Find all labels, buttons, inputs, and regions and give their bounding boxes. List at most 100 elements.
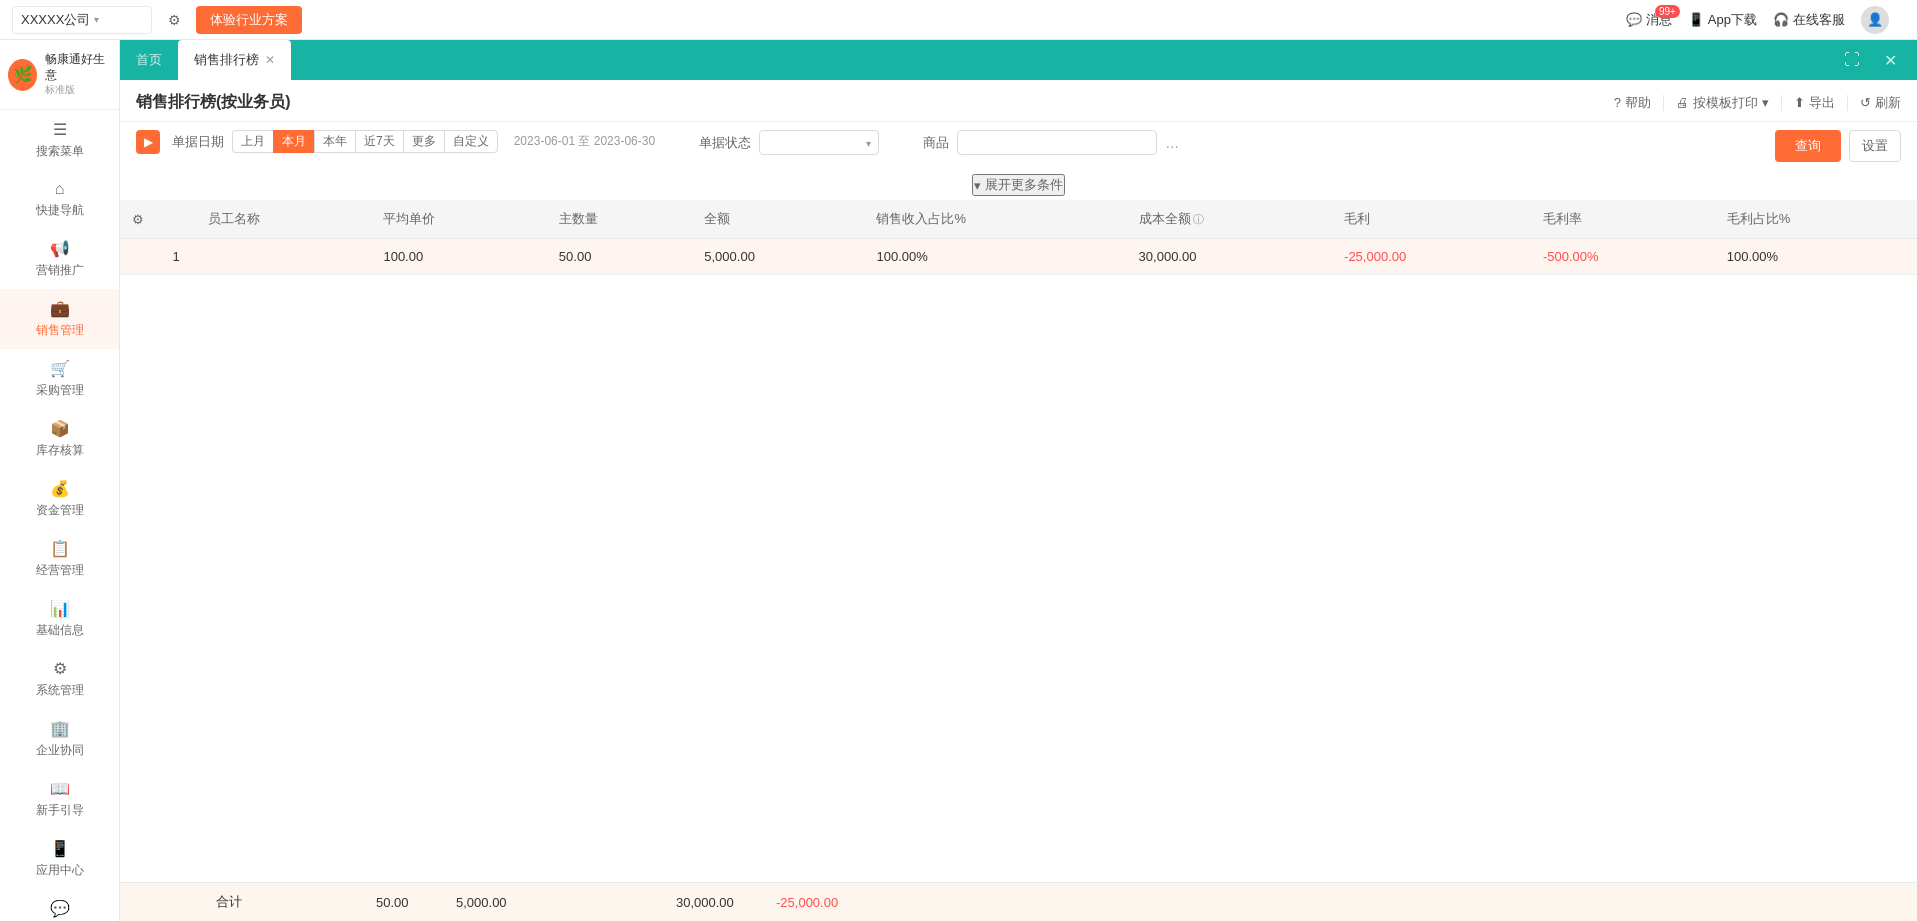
- cell-amount: 5,000.00: [692, 239, 864, 275]
- refresh-button[interactable]: ↺ 刷新: [1860, 94, 1901, 112]
- expand-more-label: 展开更多条件: [985, 176, 1063, 194]
- maximize-icon[interactable]: ⛶: [1836, 51, 1868, 69]
- column-gross-pct: 毛利占比%: [1715, 200, 1917, 239]
- status-label: 单据状态: [699, 134, 751, 152]
- cell-rank: 1: [156, 239, 196, 275]
- date-tab-this-year[interactable]: 本年: [314, 130, 355, 153]
- date-tab-this-month[interactable]: 本月: [273, 130, 314, 153]
- filter-right: 查询 设置: [1775, 130, 1901, 162]
- column-amount: 全额: [692, 200, 864, 239]
- more-options-icon[interactable]: …: [1165, 135, 1179, 151]
- mobile-icon: 📱: [1688, 12, 1704, 27]
- app-download-button[interactable]: 📱 App下载: [1688, 11, 1757, 29]
- date-tab-7days[interactable]: 近7天: [355, 130, 403, 153]
- logo-area: 🌿 畅康通好生意 标准版: [0, 40, 119, 110]
- user-icon: 👤: [1867, 12, 1883, 27]
- status-filter: 单据状态: [699, 130, 879, 155]
- sidebar-item-sales[interactable]: 💼 销售管理: [0, 289, 119, 349]
- sidebar-item-operation[interactable]: 📋 经营管理: [0, 529, 119, 589]
- basic-info-icon: 📊: [50, 599, 70, 618]
- sidebar: 🌿 畅康通好生意 标准版 ☰ 搜索菜单 ⌂ 快捷导航 📢 营销推广 💼 销售管理…: [0, 40, 120, 921]
- footer-row: 合计 50.00 5,000.00 30,000.00 -25,000.00: [132, 893, 1905, 911]
- close-icon[interactable]: ✕: [265, 53, 275, 67]
- date-tab-last-month[interactable]: 上月: [232, 130, 273, 153]
- export-button[interactable]: ⬆ 导出: [1794, 94, 1835, 112]
- cost-info-icon[interactable]: ⓘ: [1193, 213, 1204, 225]
- tab-home-label: 首页: [136, 51, 162, 69]
- top-right: 💬 消息 99+ 📱 App下载 🎧 在线客服 👤: [1626, 6, 1905, 34]
- tab-home[interactable]: 首页: [120, 40, 178, 80]
- sidebar-item-quick-nav[interactable]: ⌂ 快捷导航: [0, 170, 119, 229]
- tab-close-all: ⛶ ✕: [1824, 51, 1917, 70]
- app-download-label: App下载: [1708, 11, 1757, 29]
- logo-sub: 标准版: [45, 83, 111, 97]
- footer-cost: 30,000.00: [664, 895, 764, 910]
- table-container: ⚙ 员工名称 平均单价 主数量 全额 销售收入占比% 成本全额ⓘ 毛利 毛利率: [120, 200, 1917, 882]
- template-print-button[interactable]: 🖨 按模板打印 ▾: [1676, 94, 1769, 112]
- expand-more-button[interactable]: ▾ 展开更多条件: [972, 174, 1065, 196]
- chevron-down-icon: ▾: [1762, 95, 1769, 110]
- avatar[interactable]: 👤: [1861, 6, 1889, 34]
- column-employee: 员工名称: [196, 200, 371, 239]
- date-tab-custom[interactable]: 自定义: [444, 130, 498, 153]
- footer-amount: 5,000.00: [444, 895, 544, 910]
- cell-cost: 30,000.00: [1127, 239, 1332, 275]
- date-tab-more[interactable]: 更多: [403, 130, 444, 153]
- cell-gross-pct: 100.00%: [1715, 239, 1917, 275]
- home-icon: ⌂: [55, 180, 65, 198]
- goods-input[interactable]: [957, 130, 1157, 155]
- sidebar-item-finance[interactable]: 💰 资金管理: [0, 469, 119, 529]
- chevron-down-icon: ▾: [94, 14, 99, 25]
- goods-filter: 商品 …: [923, 130, 1179, 155]
- page-header: 销售排行榜(按业务员) ? 帮助 🖨 按模板打印 ▾ ⬆: [120, 80, 1917, 122]
- column-settings[interactable]: ⚙: [120, 200, 156, 239]
- cell-quantity: 50.00: [547, 239, 692, 275]
- sidebar-item-label: 销售管理: [36, 322, 84, 339]
- page-content: 销售排行榜(按业务员) ? 帮助 🖨 按模板打印 ▾ ⬆: [120, 80, 1917, 921]
- query-button[interactable]: 查询: [1775, 130, 1841, 162]
- table-header-row: ⚙ 员工名称 平均单价 主数量 全额 销售收入占比% 成本全额ⓘ 毛利 毛利率: [120, 200, 1917, 239]
- tab-sales-rank-label: 销售排行榜: [194, 51, 259, 69]
- inventory-icon: 📦: [50, 419, 70, 438]
- content-area: 首页 销售排行榜 ✕ ⛶ ✕ 销售排行榜(按业务员) ? 帮助: [120, 40, 1917, 921]
- cell-employee: [196, 239, 371, 275]
- export-icon: ⬆: [1794, 95, 1805, 110]
- collapse-button[interactable]: ▶: [136, 130, 160, 154]
- column-rank: [156, 200, 196, 239]
- sidebar-item-inventory[interactable]: 📦 库存核算: [0, 409, 119, 469]
- divider: [1663, 95, 1664, 111]
- trial-button[interactable]: 体验行业方案: [196, 6, 302, 34]
- company-selector[interactable]: XXXXX公司 ▾: [12, 6, 152, 34]
- help-button[interactable]: ? 帮助: [1614, 94, 1651, 112]
- sidebar-item-search[interactable]: ☰ 搜索菜单: [0, 110, 119, 170]
- sidebar-item-label: 基础信息: [36, 622, 84, 639]
- tab-sales-rank[interactable]: 销售排行榜 ✕: [178, 40, 291, 80]
- sidebar-item-label: 应用中心: [36, 862, 84, 879]
- sidebar-item-basic-info[interactable]: 📊 基础信息: [0, 589, 119, 649]
- sidebar-item-wechat[interactable]: 💬 企业微信: [0, 889, 119, 921]
- sidebar-item-system[interactable]: ⚙ 系统管理: [0, 649, 119, 709]
- sidebar-item-label: 企业协同: [36, 742, 84, 759]
- sidebar-item-guide[interactable]: 📖 新手引导: [0, 769, 119, 829]
- column-gross: 毛利: [1332, 200, 1531, 239]
- logo-text: 畅康通好生意: [45, 52, 111, 83]
- sidebar-item-enterprise[interactable]: 🏢 企业协同: [0, 709, 119, 769]
- status-select[interactable]: [759, 130, 879, 155]
- cell-settings: [120, 239, 156, 275]
- table-settings-button[interactable]: 设置: [1849, 130, 1901, 162]
- sidebar-item-purchase[interactable]: 🛒 采购管理: [0, 349, 119, 409]
- settings-icon-btn[interactable]: ⚙: [160, 6, 188, 34]
- message-badge: 99+: [1655, 5, 1680, 18]
- message-button[interactable]: 💬 消息 99+: [1626, 11, 1672, 29]
- data-table: ⚙ 员工名称 平均单价 主数量 全额 销售收入占比% 成本全额ⓘ 毛利 毛利率: [120, 200, 1917, 275]
- sidebar-item-marketing[interactable]: 📢 营销推广: [0, 229, 119, 289]
- wechat-icon: 💬: [50, 899, 70, 918]
- help-label: 帮助: [1625, 94, 1651, 112]
- company-name: XXXXX公司: [21, 11, 90, 29]
- sidebar-item-app-center[interactable]: 📱 应用中心: [0, 829, 119, 889]
- close-all-icon[interactable]: ✕: [1876, 51, 1905, 70]
- goods-label: 商品: [923, 134, 949, 152]
- chevron-down-icon: ▾: [974, 178, 981, 193]
- filter-section: ▶ 单据日期 上月 本月 本年 近7天 更多 自定义 2023-06-01 至 …: [120, 122, 1917, 200]
- online-service-button[interactable]: 🎧 在线客服: [1773, 11, 1845, 29]
